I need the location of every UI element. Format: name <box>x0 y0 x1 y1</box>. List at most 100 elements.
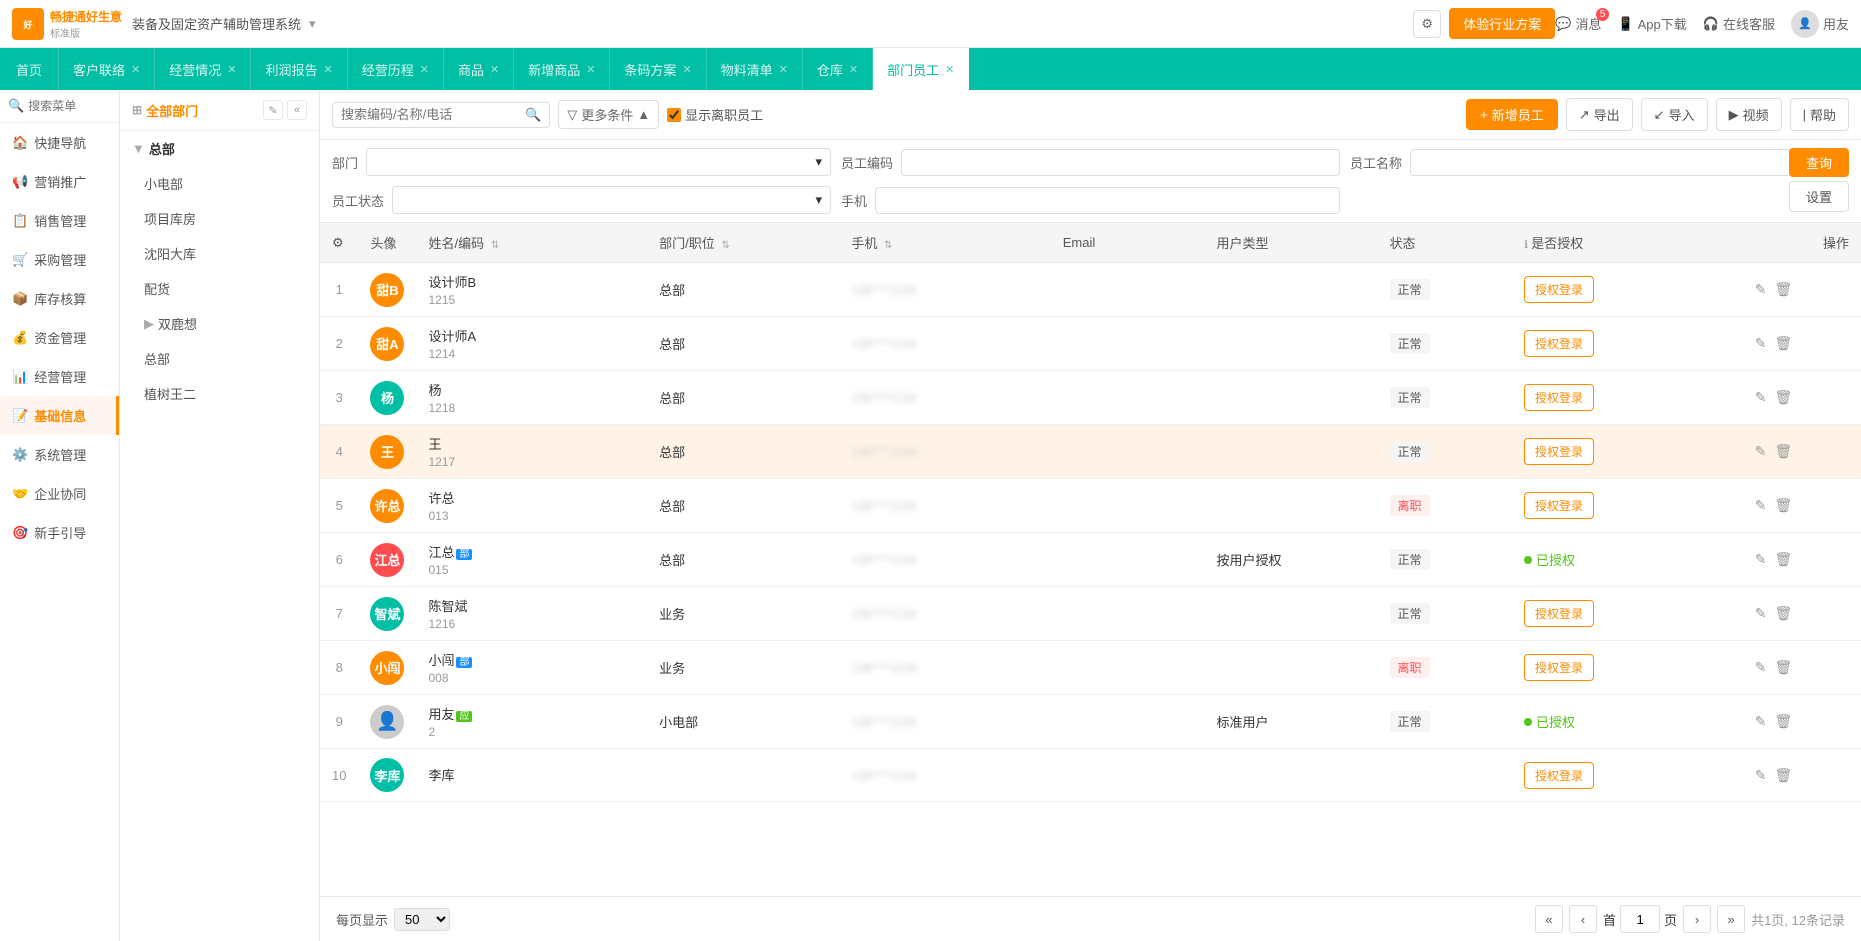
emp-status-filter-select[interactable]: ▾ <box>392 186 831 214</box>
sidebar-item-marketing[interactable]: 📢 营销推广 <box>0 162 119 201</box>
next-page-button[interactable]: › <box>1683 905 1711 933</box>
close-warehouse-tab-icon[interactable]: ✕ <box>849 63 858 76</box>
edit-icon[interactable]: ✎ <box>1755 497 1767 514</box>
phone-filter-input[interactable] <box>875 187 1340 214</box>
delete-icon[interactable]: 🗑 <box>1774 767 1792 784</box>
sidebar-item-sales[interactable]: 📋 销售管理 <box>0 201 119 240</box>
tab-home[interactable]: 首页 <box>0 48 59 90</box>
delete-icon[interactable]: 🗑 <box>1774 659 1792 676</box>
set-button[interactable]: 设置 <box>1789 181 1849 212</box>
close-history-tab-icon[interactable]: ✕ <box>420 63 429 76</box>
close-bom-tab-icon[interactable]: ✕ <box>779 63 788 76</box>
video-button[interactable]: ▶ 视频 <box>1716 98 1782 131</box>
prev-page-button[interactable]: ‹ <box>1569 905 1597 933</box>
settings-col-icon[interactable]: ⚙ <box>332 235 344 250</box>
sidebar-item-quicknav[interactable]: 🏠 快捷导航 <box>0 123 119 162</box>
online-service-button[interactable]: 🎧 在线客服 <box>1703 14 1775 33</box>
delete-icon[interactable]: 🗑 <box>1774 605 1792 622</box>
edit-icon[interactable]: ✎ <box>1755 659 1767 676</box>
import-button[interactable]: ↙ 导入 <box>1641 98 1708 131</box>
delete-icon[interactable]: 🗑 <box>1774 281 1792 298</box>
sidebar-item-system[interactable]: ⚙️ 系统管理 <box>0 435 119 474</box>
first-page-button[interactable]: « <box>1535 905 1563 933</box>
close-profit-tab-icon[interactable]: ✕ <box>324 63 333 76</box>
delete-icon[interactable]: 🗑 <box>1774 497 1792 514</box>
sidebar-item-purchase[interactable]: 🛒 采购管理 <box>0 240 119 279</box>
col-header-name[interactable]: 姓名/编码 ⇅ <box>416 223 647 263</box>
close-add-product-tab-icon[interactable]: ✕ <box>586 63 595 76</box>
last-page-button[interactable]: » <box>1717 905 1745 933</box>
help-button[interactable]: | 帮助 <box>1790 98 1849 131</box>
sidebar-item-basic[interactable]: 📝 基础信息 <box>0 396 119 435</box>
tab-products[interactable]: 商品 ✕ <box>444 48 514 90</box>
sidebar-search-input[interactable] <box>28 99 111 113</box>
auth-login-button[interactable]: 授权登录 <box>1524 330 1594 357</box>
auth-login-button[interactable]: 授权登录 <box>1524 384 1594 411</box>
edit-icon[interactable]: ✎ <box>1755 713 1767 730</box>
emp-code-filter-input[interactable] <box>901 149 1340 176</box>
dept-collapse-button[interactable]: « <box>287 100 307 120</box>
add-employee-button[interactable]: + 新增员工 <box>1466 99 1558 130</box>
page-size-select[interactable]: 50 100 200 <box>394 908 450 931</box>
sidebar-item-guide[interactable]: 🎯 新手引导 <box>0 513 119 552</box>
trial-button[interactable]: 体验行业方案 <box>1449 8 1555 39</box>
sidebar-item-operations[interactable]: 📊 经营管理 <box>0 357 119 396</box>
edit-icon[interactable]: ✎ <box>1755 335 1767 352</box>
tab-operation[interactable]: 经营情况 ✕ <box>155 48 251 90</box>
delete-icon[interactable]: 🗑 <box>1774 551 1792 568</box>
search-input[interactable] <box>341 107 521 122</box>
col-header-phone[interactable]: 手机 ⇅ <box>839 223 1050 263</box>
tab-history[interactable]: 经营历程 ✕ <box>348 48 444 90</box>
tab-employees[interactable]: 部门员工 ✕ <box>873 48 969 90</box>
settings-gear-button[interactable]: ⚙ <box>1413 10 1441 38</box>
export-button[interactable]: ↗ 导出 <box>1566 98 1633 131</box>
search-icon[interactable]: 🔍 <box>525 107 541 123</box>
show-resigned-checkbox-label[interactable]: 显示离职员工 <box>667 105 763 124</box>
tab-profit[interactable]: 利润报告 ✕ <box>251 48 347 90</box>
user-menu[interactable]: 👤 用友 <box>1791 10 1849 38</box>
edit-icon[interactable]: ✎ <box>1755 281 1767 298</box>
dept-tree-item-hq[interactable]: ▼ 总部 <box>120 131 319 166</box>
dept-tree-item-shenyang[interactable]: 沈阳大库 <box>120 236 319 271</box>
delete-icon[interactable]: 🗑 <box>1774 443 1792 460</box>
tab-add-product[interactable]: 新增商品 ✕ <box>514 48 610 90</box>
auth-login-button[interactable]: 授权登录 <box>1524 600 1594 627</box>
auth-login-button[interactable]: 授权登录 <box>1524 276 1594 303</box>
dept-tree-item-planting[interactable]: 植树王二 <box>120 376 319 411</box>
emp-name-filter-input[interactable] <box>1410 149 1849 176</box>
dept-tree-item-distribution[interactable]: 配货 <box>120 271 319 306</box>
tab-barcode[interactable]: 条码方案 ✕ <box>610 48 706 90</box>
auth-login-button[interactable]: 授权登录 <box>1524 438 1594 465</box>
auth-login-button[interactable]: 授权登录 <box>1524 654 1594 681</box>
show-resigned-checkbox[interactable] <box>667 108 681 122</box>
edit-icon[interactable]: ✎ <box>1755 443 1767 460</box>
app-download-button[interactable]: 📱 App下载 <box>1617 14 1686 33</box>
more-filter-button[interactable]: ▽ 更多条件 ▲ <box>558 100 659 129</box>
sidebar-item-inventory[interactable]: 📦 库存核算 <box>0 279 119 318</box>
auth-login-button[interactable]: 授权登录 <box>1524 762 1594 789</box>
dept-tree-item-project[interactable]: 项目库房 <box>120 201 319 236</box>
auth-login-button[interactable]: 授权登录 <box>1524 492 1594 519</box>
close-customer-tab-icon[interactable]: ✕ <box>131 63 140 76</box>
close-barcode-tab-icon[interactable]: ✕ <box>682 63 691 76</box>
sidebar-item-finance[interactable]: 💰 资金管理 <box>0 318 119 357</box>
delete-icon[interactable]: 🗑 <box>1774 335 1792 352</box>
col-header-dept[interactable]: 部门/职位 ⇅ <box>647 223 839 263</box>
delete-icon[interactable]: 🗑 <box>1774 713 1792 730</box>
page-number-input[interactable] <box>1620 905 1660 933</box>
close-products-tab-icon[interactable]: ✕ <box>490 63 499 76</box>
sidebar-item-collab[interactable]: 🤝 企业协同 <box>0 474 119 513</box>
dept-tree-item-hq2[interactable]: 总部 <box>120 341 319 376</box>
dept-tree-item-electronics[interactable]: 小电部 <box>120 166 319 201</box>
edit-icon[interactable]: ✎ <box>1755 767 1767 784</box>
edit-icon[interactable]: ✎ <box>1755 551 1767 568</box>
message-button[interactable]: 💬 消息 5 <box>1555 14 1601 33</box>
dept-edit-button[interactable]: ✎ <box>263 100 283 120</box>
dept-tree-item-deer[interactable]: ▶ 双鹿想 <box>120 306 319 341</box>
edit-icon[interactable]: ✎ <box>1755 605 1767 622</box>
close-employees-tab-icon[interactable]: ✕ <box>945 63 954 76</box>
tab-bom[interactable]: 物料清单 ✕ <box>707 48 803 90</box>
tab-customer[interactable]: 客户联络 ✕ <box>59 48 155 90</box>
edit-icon[interactable]: ✎ <box>1755 389 1767 406</box>
dropdown-arrow-icon[interactable]: ▾ <box>309 16 316 32</box>
